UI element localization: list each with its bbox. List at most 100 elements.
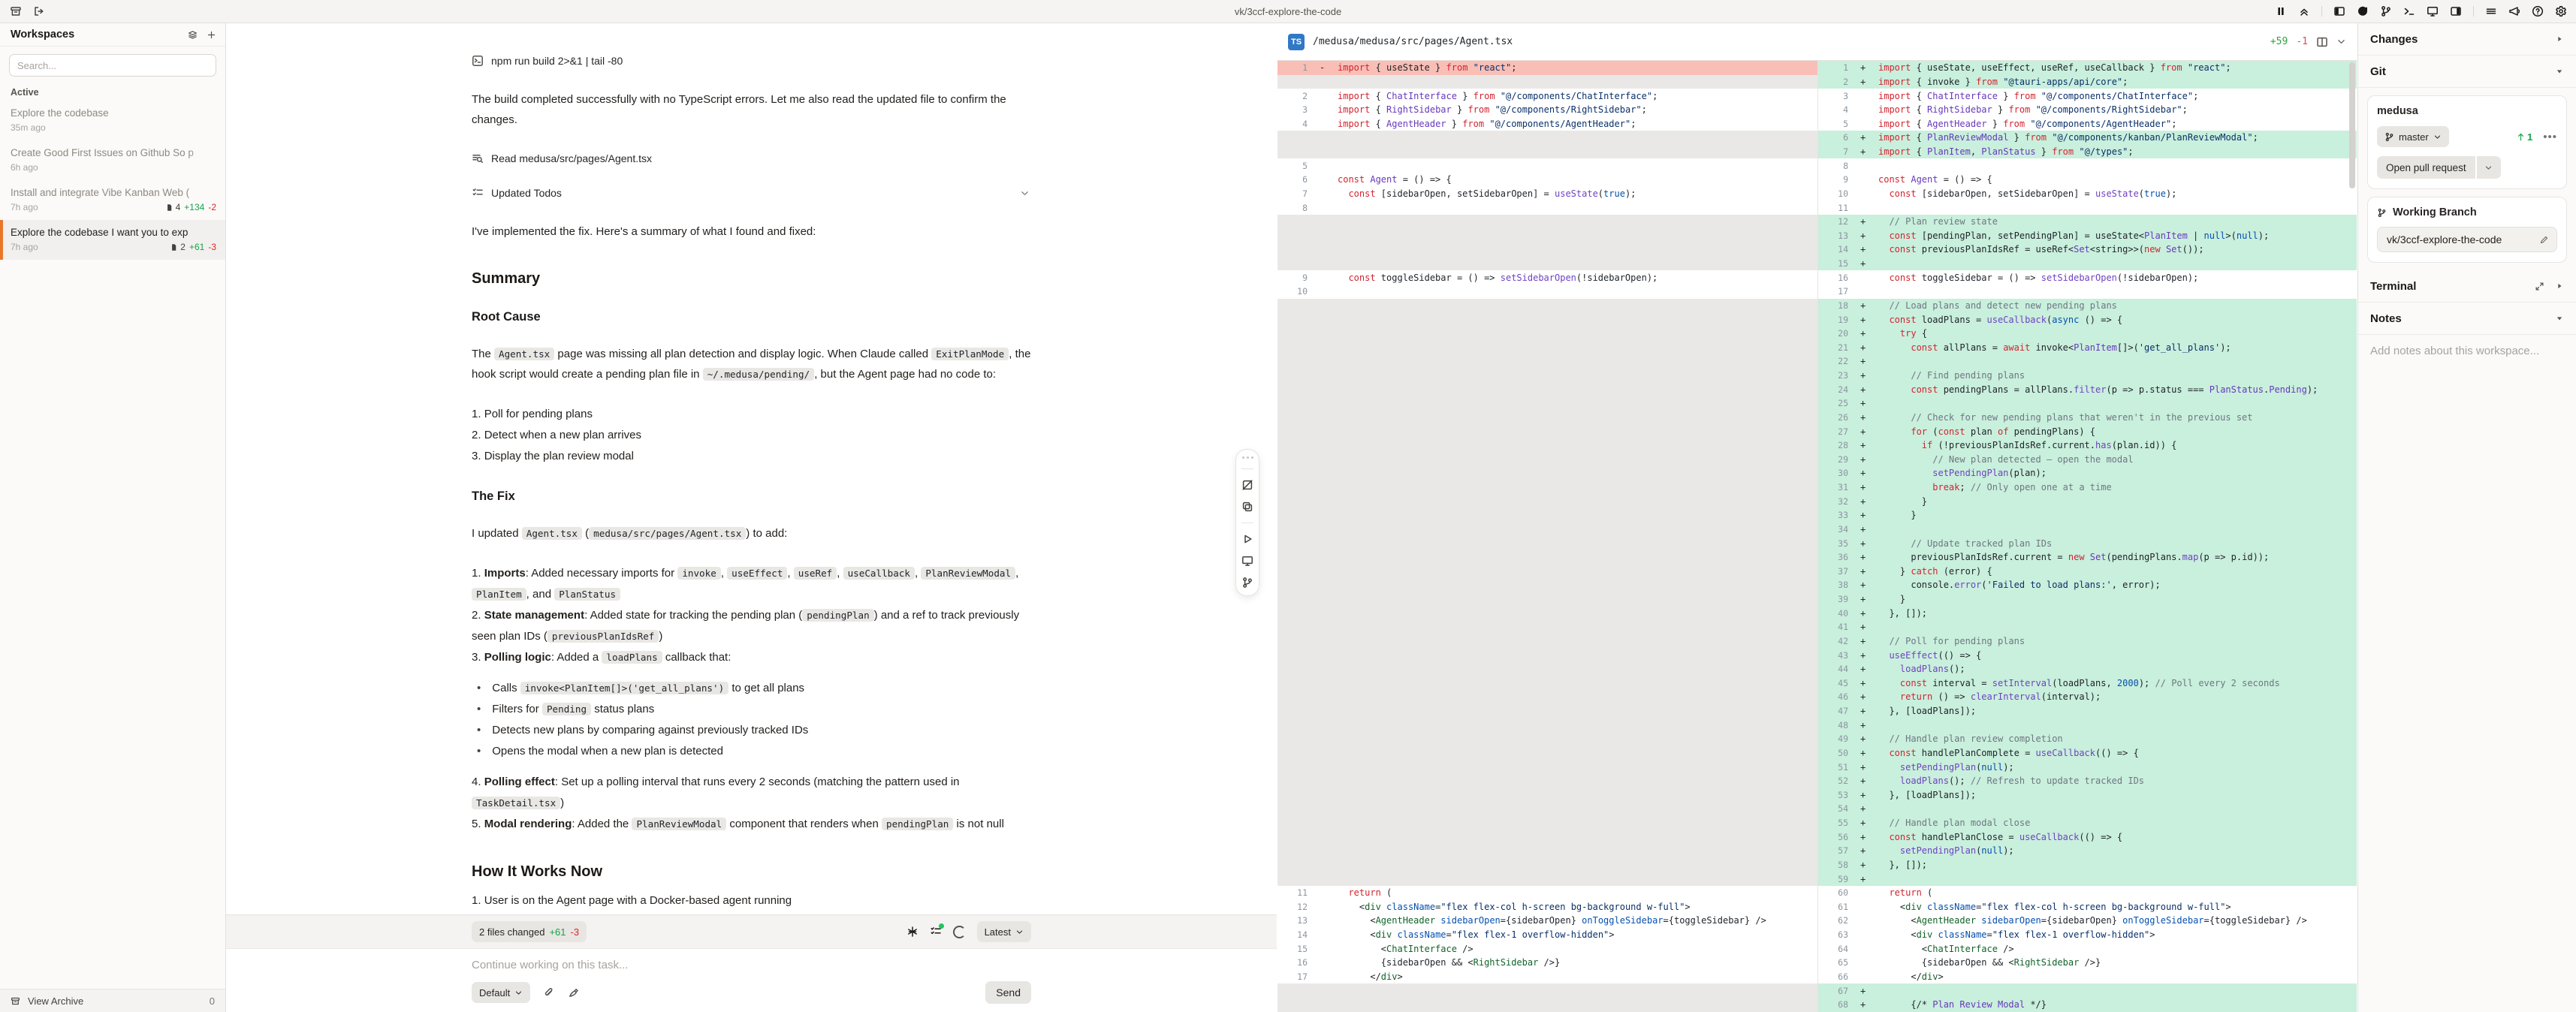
send-button[interactable]: Send [985, 981, 1031, 1004]
diff-code-row: 52+ loadPlans(); // Refresh to update tr… [1818, 774, 2357, 788]
workspace-item[interactable]: Install and integrate Vibe Kanban Web (7… [0, 180, 225, 220]
tool-call-row[interactable]: npm run build 2>&1 | tail -80 [472, 55, 1031, 67]
scrollbar-thumb[interactable] [2349, 62, 2355, 188]
diff-filler-row [1277, 145, 1817, 159]
caret-down-icon [2555, 67, 2564, 76]
diff-filler-row [1277, 620, 1817, 634]
monitor-icon[interactable] [2427, 5, 2439, 17]
workspace-item[interactable]: Explore the codebase35m ago [0, 101, 225, 140]
working-branch-input[interactable] [2385, 233, 2539, 246]
menu-icon[interactable] [2485, 5, 2497, 17]
diff-code-row: 1+import { useState, useEffect, useRef, … [1818, 61, 2357, 75]
pause-icon[interactable] [2275, 5, 2287, 17]
mode-dropdown[interactable]: Default [472, 982, 530, 1003]
workspace-item[interactable]: Explore the codebase I want you to exp7h… [0, 220, 225, 260]
list-item: 5. Modal rendering: Added the PlanReview… [472, 814, 1031, 835]
diff-code-row: 65 {sidebarOpen && <RightSidebar />} [1818, 956, 2357, 970]
todos-green-dot [939, 923, 944, 929]
diff-code-row: 33+ } [1818, 508, 2357, 523]
notes-textarea[interactable] [2358, 335, 2576, 387]
panel-right-icon[interactable] [2450, 5, 2462, 17]
changes-label: Changes [2370, 33, 2418, 46]
notes-section-header[interactable]: Notes [2358, 303, 2576, 335]
workspace-item[interactable]: Create Good First Issues on Github So p 6… [0, 140, 225, 180]
drag-handle[interactable] [1242, 456, 1253, 459]
section-label-active: Active [0, 81, 225, 101]
layers-icon[interactable] [188, 30, 198, 40]
diff-code-row: 58+ }, []); [1818, 858, 2357, 872]
list-item: 2. State management: Added state for tra… [472, 605, 1031, 647]
signout-icon[interactable] [33, 5, 45, 17]
split-view-icon[interactable] [2316, 36, 2328, 48]
search-input[interactable] [9, 54, 216, 77]
diff-filler-row [1277, 662, 1817, 676]
diff-code-row: 11 return ( [1277, 886, 1817, 900]
read-icon [472, 152, 484, 164]
ordered-list: 1. Imports: Added necessary imports for … [472, 563, 1031, 668]
changes-section-header[interactable]: Changes [2358, 23, 2576, 56]
megaphone-icon[interactable] [2508, 5, 2520, 17]
diff-filler-row [1277, 746, 1817, 761]
diff-panel: TS /medusa/medusa/src/pages/Agent.tsx +5… [1277, 23, 2357, 1012]
inline-code: PlanReviewModal [921, 567, 1015, 580]
diff-code-row: 13+ const [pendingPlan, setPendingPlan] … [1818, 229, 2357, 243]
conversation-scroll[interactable]: npm run build 2>&1 | tail -80The build c… [226, 23, 1277, 914]
help-icon[interactable] [2532, 5, 2544, 17]
pen-icon[interactable] [568, 986, 580, 998]
chevron-down-icon [2433, 133, 2442, 141]
copy-icon[interactable] [1241, 501, 1253, 513]
message-input[interactable] [472, 959, 1031, 971]
plus-icon[interactable] [207, 30, 216, 40]
more-options-icon[interactable]: ••• [2543, 131, 2557, 143]
diff-code-row: 7 const [sidebarOpen, setSidebarOpen] = … [1277, 187, 1817, 201]
branch-icon[interactable] [2380, 5, 2392, 17]
archive-icon[interactable] [10, 5, 22, 17]
tool-call-row[interactable]: Updated Todos [472, 187, 1031, 199]
message-icon[interactable] [2357, 5, 2369, 17]
terminal-section-header[interactable]: Terminal [2358, 270, 2576, 303]
files-changed-chip[interactable]: 2 files changed +61 -3 [472, 921, 587, 942]
todos-icon [472, 187, 484, 199]
tool-call-row[interactable]: Read medusa/src/pages/Agent.tsx [472, 152, 1031, 164]
diff-filler-row [1277, 466, 1817, 480]
arrow-up-icon [2516, 132, 2526, 142]
diff-code-row: 23+ // Find pending plans [1818, 369, 2357, 383]
panel-left-icon[interactable] [2333, 5, 2345, 17]
list-item: 1. Poll for pending plans [472, 404, 1031, 425]
diff-code-row: 21+ const allPlans = await invoke<PlanIt… [1818, 341, 2357, 355]
monitor-icon[interactable] [1241, 555, 1253, 567]
collapse-file-icon[interactable] [2336, 37, 2346, 47]
todos-status-icon[interactable] [930, 926, 942, 938]
open-pull-request-button[interactable]: Open pull request [2377, 156, 2475, 179]
diff-filler-row [1277, 229, 1817, 243]
gear-icon[interactable] [2555, 5, 2567, 17]
diff-filler-row [1277, 494, 1817, 508]
git-section-header[interactable]: Git [2358, 56, 2576, 88]
workspace-meta: 6h ago [11, 162, 216, 173]
pull-request-options-button[interactable] [2477, 156, 2501, 179]
diff-filler-row [1277, 704, 1817, 718]
collapse-icon[interactable] [2298, 5, 2310, 17]
terminal-prompt-icon[interactable] [2403, 5, 2415, 17]
git-branch-icon[interactable] [1241, 577, 1253, 589]
run-icon[interactable] [1241, 533, 1253, 545]
inline-code: pendingPlan [882, 818, 953, 830]
diff-code-row: 26+ // Check for new pending plans that … [1818, 411, 2357, 425]
attach-icon[interactable] [543, 986, 555, 998]
latest-dropdown[interactable]: Latest [977, 921, 1031, 942]
diff-view-icon[interactable] [1241, 479, 1253, 491]
diff-filler-row [1277, 523, 1817, 537]
chevron-down-icon[interactable] [1020, 188, 1030, 198]
diff-file-header[interactable]: TS /medusa/medusa/src/pages/Agent.tsx +5… [1277, 23, 2357, 61]
view-archive-button[interactable]: View Archive 0 [0, 989, 225, 1012]
edit-pencil-icon[interactable] [2539, 235, 2549, 245]
pull-request-split-button: Open pull request [2377, 156, 2557, 179]
spark-icon[interactable] [906, 926, 918, 938]
diff-code-row: 6+import { PlanReviewModal } from "@/com… [1818, 131, 2357, 145]
expand-icon[interactable] [2535, 282, 2544, 291]
workspace-title: Create Good First Issues on Github So p [11, 147, 216, 158]
diff-filler-row [1277, 648, 1817, 662]
workspace-time: 7h ago [11, 242, 38, 252]
ahead-count: 1 [2527, 131, 2532, 143]
branch-dropdown[interactable]: master [2377, 126, 2449, 147]
